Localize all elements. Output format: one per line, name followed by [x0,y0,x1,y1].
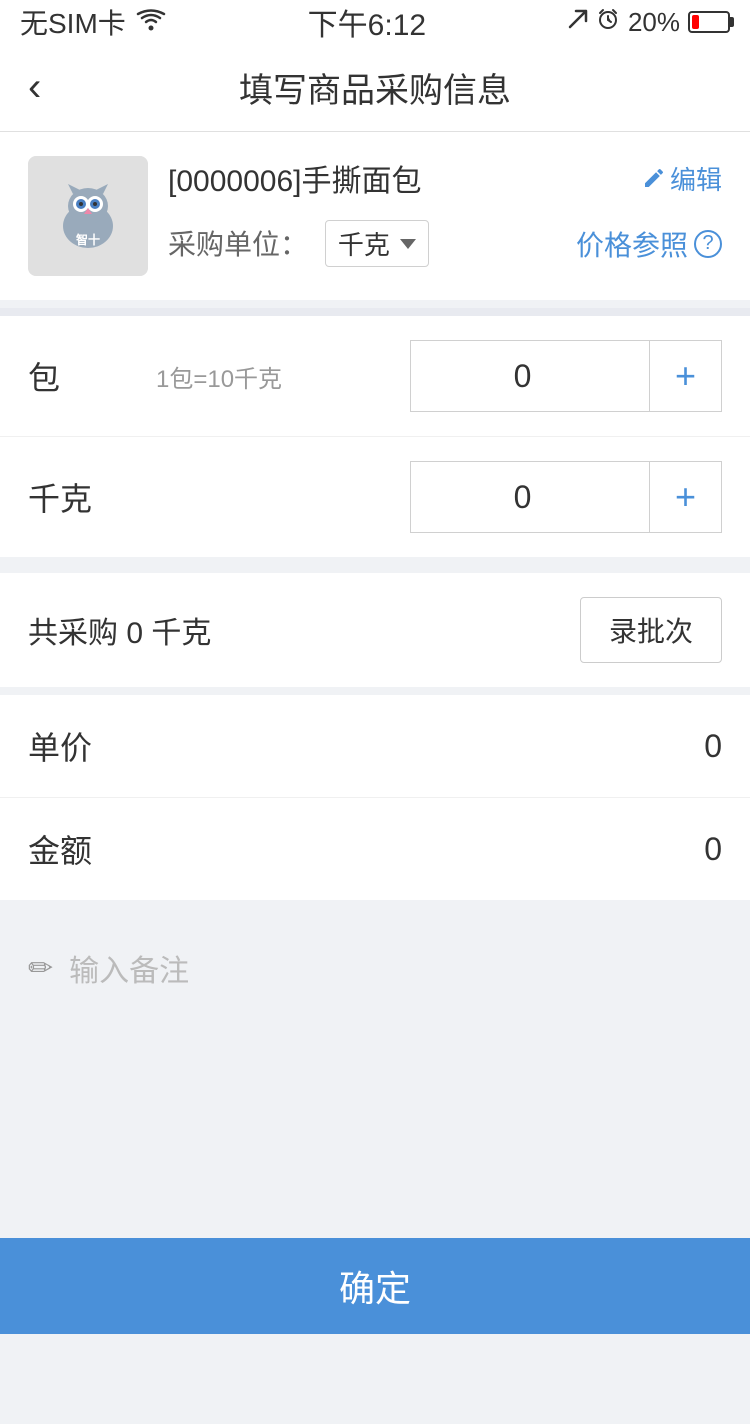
confirm-label: 确定 [339,1260,411,1312]
qty-input-kg[interactable] [410,461,650,533]
svg-text:智十: 智十 [75,232,100,247]
unit-price-value: 0 [704,728,722,765]
product-logo: 智十 [28,156,148,276]
qty-sub-label-bao: 1包=10千克 [156,359,282,394]
pencil-icon: ✏ [28,951,53,986]
total-row: 共采购 0 千克 录批次 [0,565,750,695]
status-bar: 无SIM卡 下午6:12 20% [0,0,750,44]
qty-label-kg: 千克 [28,474,148,520]
battery-icon [688,11,730,33]
price-section: 单价 0 金额 0 [0,695,750,900]
amount-value: 0 [704,831,722,868]
unit-select[interactable]: 千克 [325,220,429,267]
qty-label-bao: 包 [28,353,148,399]
status-left: 无SIM卡 [20,2,166,42]
location-icon [568,7,588,38]
price-ref-button[interactable]: 价格参照 ? [576,224,722,264]
back-button[interactable]: ‹ [28,65,41,110]
total-text: 共采购 0 千克 [28,608,211,652]
status-right: 20% [568,7,730,38]
quantity-section: 包 1包=10千克 + 千克 + [0,316,750,557]
batch-button[interactable]: 录批次 [580,597,722,663]
alarm-icon [596,7,620,38]
nav-bar: ‹ 填写商品采购信息 [0,44,750,132]
qty-input-group-kg: + [410,461,722,533]
page-title: 填写商品采购信息 [239,63,511,112]
quantity-row-kg: 千克 + [0,437,750,557]
qty-plus-kg[interactable]: + [650,461,722,533]
price-row-unit: 单价 0 [0,695,750,798]
edit-button[interactable]: 编辑 [642,160,722,197]
bottom-spacer [0,1328,750,1424]
amount-label: 金额 [28,826,92,872]
wifi-icon [136,6,166,38]
unit-value: 千克 [338,225,390,262]
help-icon: ? [694,230,722,258]
qty-input-bao[interactable] [410,340,650,412]
battery-percent: 20% [628,7,680,38]
product-name: [0000006]手撕面包 [168,156,421,200]
qty-plus-bao[interactable]: + [650,340,722,412]
product-info: [0000006]手撕面包 编辑 采购单位： 千克 价格参照 ? [168,156,722,267]
price-ref-label: 价格参照 [576,224,688,264]
notes-placeholder: 输入备注 [69,946,189,990]
edit-label: 编辑 [670,160,722,197]
chevron-down-icon [400,239,416,249]
quantity-row-bao: 包 1包=10千克 + [0,316,750,437]
product-card: 智十 [0000006]手撕面包 编辑 采购单位： 千克 价格参照 [0,132,750,308]
divider-1 [0,308,750,316]
confirm-button[interactable]: 确定 [0,1238,750,1334]
unit-label: 采购单位： [168,229,308,260]
status-time: 下午6:12 [308,0,426,44]
price-row-amount: 金额 0 [0,798,750,900]
unit-price-label: 单价 [28,723,92,769]
qty-input-group-bao: + [410,340,722,412]
notes-section[interactable]: ✏ 输入备注 [0,908,750,1028]
signal-text: 无SIM卡 [20,2,126,42]
product-image: 智十 [28,156,148,276]
